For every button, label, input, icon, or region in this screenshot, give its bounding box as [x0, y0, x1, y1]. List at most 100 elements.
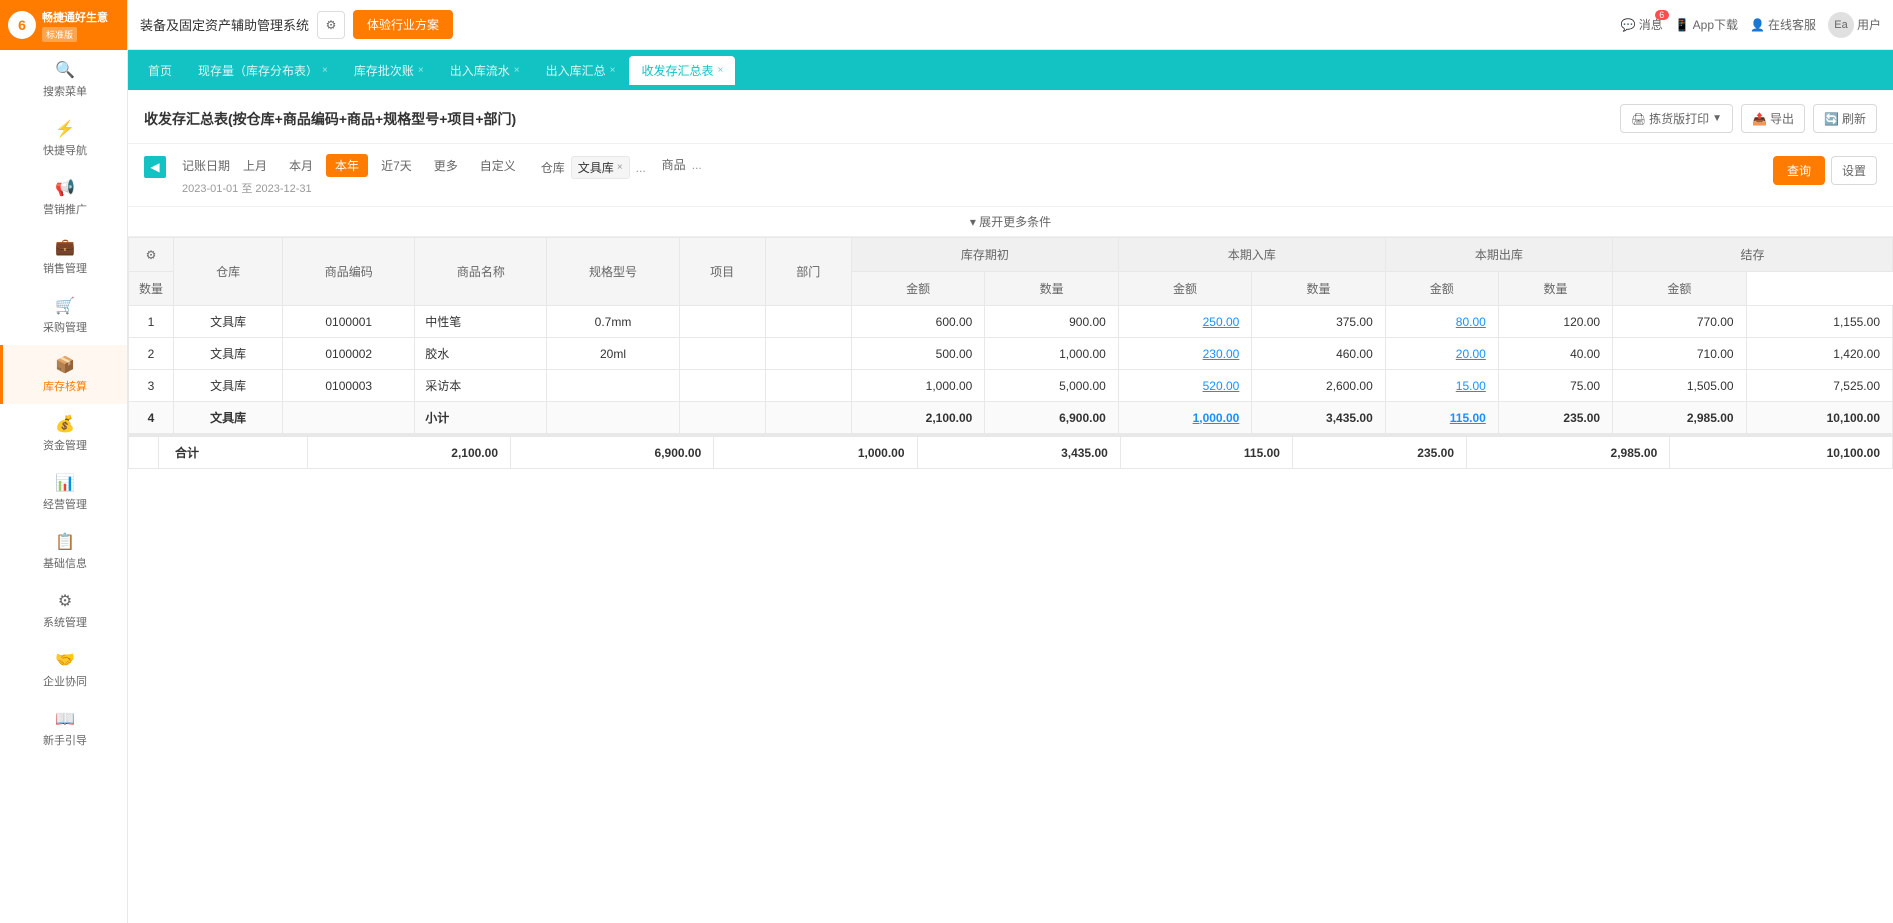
col-opening-amt: 金额: [851, 272, 984, 306]
filter-settings-button[interactable]: 设置: [1831, 156, 1877, 185]
goods-more-button[interactable]: ...: [692, 158, 702, 172]
sidebar-item-9[interactable]: ⚙系统管理: [0, 581, 127, 640]
goods-filter-group: 商品 ...: [662, 156, 702, 173]
expand-more-button[interactable]: ▾ 展开更多条件: [128, 207, 1893, 237]
warehouse-filter-label: 仓库: [541, 159, 565, 176]
col-project: 项目: [679, 238, 765, 306]
col-goods-spec: 规格型号: [547, 238, 679, 306]
tab-close-4[interactable]: ×: [610, 65, 616, 76]
page-content: 收发存汇总表(按仓库+商品编码+商品+规格型号+项目+部门) 🖨 拣货版打印 ▼…: [128, 90, 1893, 923]
online-service-button[interactable]: 👤 在线客服: [1750, 16, 1816, 33]
col-out-group: 本期出库: [1385, 238, 1612, 272]
footer-in-amt: 3,435.00: [917, 437, 1120, 469]
header-right: 💬 消息 6 📱 App下载 👤 在线客服 Ea 用户: [1621, 12, 1881, 38]
col-closing-amt: 金额: [1613, 272, 1746, 306]
sidebar-item-1[interactable]: ⚡快捷导航: [0, 109, 127, 168]
footer-close-amt: 10,100.00: [1670, 437, 1893, 469]
sidebar-item-5[interactable]: 📦库存核算: [0, 345, 127, 404]
trial-button[interactable]: 体验行业方案: [353, 10, 453, 39]
footer-bar: 合计 2,100.00 6,900.00 1,000.00 3,435.00 1…: [128, 434, 1893, 469]
date-options-row: 记账日期 上月 本月 本年 近7天 更多 自定义: [182, 154, 525, 177]
col-closing-qty: 数量: [1498, 272, 1612, 306]
user-avatar: Ea: [1828, 12, 1854, 38]
top-header: 装备及固定资产辅助管理系统 ⚙ 体验行业方案 💬 消息 6 📱 App下载 👤 …: [128, 0, 1893, 50]
tab-close-5[interactable]: ×: [717, 65, 723, 76]
filter-action-btns: 查询 设置: [1773, 156, 1877, 185]
tab-2[interactable]: 库存批次账×: [342, 56, 436, 85]
logo-icon: 6: [8, 11, 36, 39]
col-opening-qty: 数量: [129, 272, 174, 306]
sidebar-item-7[interactable]: 📊经营管理: [0, 463, 127, 522]
goods-filter-label: 商品: [662, 156, 686, 173]
date-range-display: 2023-01-01 至 2023-12-31: [182, 180, 525, 196]
tab-close-2[interactable]: ×: [418, 65, 424, 76]
header-left: 装备及固定资产辅助管理系统 ⚙ 体验行业方案: [140, 10, 453, 39]
sidebar-logo: 6 畅捷通好生意 标准版: [0, 0, 127, 50]
col-department: 部门: [765, 238, 851, 306]
col-out-amt: 金额: [1385, 272, 1498, 306]
footer-label: 合计: [159, 437, 308, 469]
page-header: 收发存汇总表(按仓库+商品编码+商品+规格型号+项目+部门) 🖨 拣货版打印 ▼…: [128, 90, 1893, 144]
warehouse-more-button[interactable]: ...: [636, 161, 646, 175]
tab-close-1[interactable]: ×: [322, 65, 328, 76]
page-actions: 🖨 拣货版打印 ▼ 📤 导出 🔄 刷新: [1620, 104, 1877, 133]
footer-out-amt: 235.00: [1292, 437, 1466, 469]
tab-close-3[interactable]: ×: [514, 65, 520, 76]
refresh-button[interactable]: 🔄 刷新: [1813, 104, 1877, 133]
app-download-button[interactable]: 📱 App下载: [1675, 16, 1738, 33]
sidebar-item-2[interactable]: 📢营销推广: [0, 168, 127, 227]
tab-5[interactable]: 收发存汇总表×: [629, 56, 735, 85]
col-goods-code: 商品编码: [283, 238, 415, 306]
sidebar-item-10[interactable]: 🤝企业协同: [0, 640, 127, 699]
query-button[interactable]: 查询: [1773, 156, 1825, 185]
footer-row: 合计 2,100.00 6,900.00 1,000.00 3,435.00 1…: [129, 437, 1893, 469]
date-option-more[interactable]: 更多: [425, 154, 467, 177]
date-option-this-month[interactable]: 本月: [280, 154, 322, 177]
col-in-amt: 金额: [1118, 272, 1251, 306]
header-settings-button[interactable]: ⚙: [317, 11, 345, 39]
warehouse-tag-close[interactable]: ×: [617, 162, 623, 173]
footer-table: 合计 2,100.00 6,900.00 1,000.00 3,435.00 1…: [128, 436, 1893, 469]
export-button[interactable]: 📤 导出: [1741, 104, 1805, 133]
footer-out-qty: 115.00: [1120, 437, 1292, 469]
tab-0[interactable]: 首页: [136, 56, 184, 85]
print-button[interactable]: 🖨 拣货版打印 ▼: [1620, 104, 1733, 133]
filter-content: 记账日期 上月 本月 本年 近7天 更多 自定义 2023-01-01 至 20…: [182, 154, 1877, 196]
page-title: 收发存汇总表(按仓库+商品编码+商品+规格型号+项目+部门): [144, 109, 516, 129]
col-out-qty: 数量: [1252, 272, 1385, 306]
tab-1[interactable]: 现存量（库存分布表）×: [186, 56, 340, 85]
message-badge: 6: [1655, 10, 1669, 20]
col-in-qty: 数量: [985, 272, 1118, 306]
warehouse-tag: 文具库 ×: [571, 156, 630, 179]
main-content: 装备及固定资产辅助管理系统 ⚙ 体验行业方案 💬 消息 6 📱 App下载 👤 …: [128, 0, 1893, 923]
tab-3[interactable]: 出入库流水×: [438, 56, 532, 85]
date-option-custom[interactable]: 自定义: [471, 154, 525, 177]
date-option-last-month[interactable]: 上月: [234, 154, 276, 177]
filter-bar: ◀ 记账日期 上月 本月 本年 近7天 更多 自定义: [128, 144, 1893, 207]
sidebar-item-6[interactable]: 💰资金管理: [0, 404, 127, 463]
page-inner: 收发存汇总表(按仓库+商品编码+商品+规格型号+项目+部门) 🖨 拣货版打印 ▼…: [128, 90, 1893, 923]
table-row: 2 文具库 0100002 胶水 20ml 500.00 1,000.00 23…: [129, 338, 1893, 370]
sidebar-menu: 🔍搜索菜单⚡快捷导航📢营销推广💼销售管理🛒采购管理📦库存核算💰资金管理📊经营管理…: [0, 50, 127, 923]
tab-4[interactable]: 出入库汇总×: [534, 56, 628, 85]
date-option-7days[interactable]: 近7天: [372, 154, 421, 177]
date-filter-group: 记账日期 上月 本月 本年 近7天 更多 自定义 2023-01-01 至 20…: [182, 154, 525, 196]
footer-open-qty: 2,100.00: [307, 437, 510, 469]
table-settings-col[interactable]: ⚙: [129, 238, 174, 272]
filter-toggle-button[interactable]: ◀: [144, 156, 166, 178]
sidebar-item-8[interactable]: 📋基础信息: [0, 522, 127, 581]
table-row: 3 文具库 0100003 采访本 1,000.00 5,000.00 520.…: [129, 370, 1893, 402]
sidebar-item-11[interactable]: 📖新手引导: [0, 699, 127, 758]
sidebar-item-4[interactable]: 🛒采购管理: [0, 286, 127, 345]
footer-open-amt: 6,900.00: [511, 437, 714, 469]
col-in-group: 本期入库: [1118, 238, 1385, 272]
col-warehouse: 仓库: [174, 238, 283, 306]
sidebar-item-3[interactable]: 💼销售管理: [0, 227, 127, 286]
footer-close-qty: 2,985.00: [1467, 437, 1670, 469]
message-button[interactable]: 💬 消息 6: [1621, 16, 1663, 33]
data-table: ⚙ 仓库 商品编码 商品名称 规格型号 项目 部门 库存期初 本期入库 本期出库…: [128, 237, 1893, 434]
date-option-this-year[interactable]: 本年: [326, 154, 368, 177]
sidebar-item-0[interactable]: 🔍搜索菜单: [0, 50, 127, 109]
table-row: 4 文具库 小计 2,100.00 6,900.00 1,000.00 3,43…: [129, 402, 1893, 434]
user-button[interactable]: Ea 用户: [1828, 12, 1881, 38]
